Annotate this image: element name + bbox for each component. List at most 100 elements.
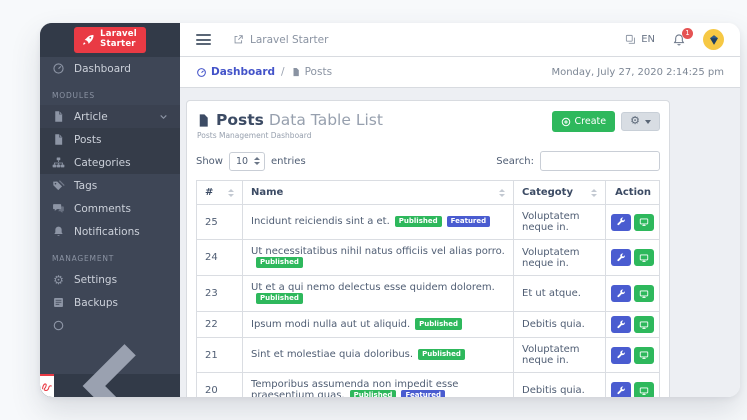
sidebar-item-label: Posts	[74, 133, 102, 146]
caret-down-icon	[645, 119, 651, 124]
menu-toggle-icon[interactable]	[196, 32, 211, 48]
sidebar-item-label: Article	[74, 110, 108, 123]
sidebar-item-dashboard[interactable]: Dashboard	[40, 57, 180, 80]
entries-select[interactable]: 10	[228, 151, 265, 171]
column-header--[interactable]: #	[196, 180, 243, 205]
published-badge: Published	[415, 318, 462, 330]
bell-icon	[52, 225, 65, 238]
chevron-left-icon	[54, 328, 170, 397]
app-link[interactable]: Laravel Starter	[233, 34, 328, 46]
monitor-icon	[639, 253, 649, 263]
table-row: 21 Sint et molestiae quia doloribus. Publi…	[196, 337, 660, 373]
sidebar-item-comments[interactable]: Comments	[40, 197, 180, 220]
search-input[interactable]	[540, 151, 660, 171]
row-category: Voluptatem neque in.	[513, 337, 606, 373]
user-avatar[interactable]	[703, 29, 724, 50]
sidebar-item-notifications[interactable]: Notifications	[40, 220, 180, 243]
laravel-logo[interactable]	[40, 374, 54, 397]
column-header-action: Action	[605, 180, 660, 205]
create-button[interactable]: Create	[551, 111, 616, 132]
file-icon	[196, 113, 211, 128]
external-link-icon	[233, 34, 244, 45]
sidebar-nav: Dashboard MODULES Article Posts Categories Ta…	[40, 57, 180, 337]
published-badge: Published	[256, 292, 303, 304]
app-window: Laravel Starter Dashboard MODULES Article P…	[40, 23, 740, 397]
card-actions: Create ⚙	[551, 111, 660, 132]
sidebar-item-label: Backups	[74, 296, 118, 309]
main-area: Laravel Starter EN 1 Dashboard / Posts M…	[180, 23, 740, 397]
breadcrumb: Dashboard / Posts	[196, 66, 332, 78]
sidebar-item-tags[interactable]: Tags	[40, 174, 180, 197]
current-datetime: Monday, July 27, 2020 2:14:25 pm	[551, 66, 724, 78]
breadcrumb-dashboard-link[interactable]: Dashboard	[196, 66, 275, 78]
row-name: Ut et a qui nemo delectus esse quidem do…	[242, 275, 514, 312]
edit-button[interactable]	[611, 249, 631, 266]
sitemap-icon	[52, 156, 65, 169]
row-id: 23	[196, 275, 243, 312]
column-header-categoty[interactable]: Categoty	[513, 180, 606, 205]
edit-button[interactable]	[611, 285, 631, 302]
sidebar-item-posts[interactable]: Posts	[40, 128, 180, 151]
edit-button[interactable]	[611, 346, 631, 364]
file-icon	[52, 110, 65, 123]
table-row: 25 Incidunt reiciendis sint a et. Publishe…	[196, 204, 660, 240]
row-category: Debitis quia.	[513, 311, 606, 338]
view-button[interactable]	[634, 316, 654, 333]
wrench-icon	[616, 217, 626, 227]
notifications-button[interactable]: 1	[672, 27, 693, 47]
sidebar-item-backups[interactable]: Backups	[40, 291, 180, 314]
view-button[interactable]	[634, 285, 654, 302]
sidebar-item-label: Settings	[74, 273, 118, 286]
row-actions	[605, 337, 660, 373]
language-selector[interactable]: EN	[625, 34, 655, 45]
file-icon	[291, 67, 301, 77]
edit-button[interactable]	[611, 382, 631, 397]
row-id: 24	[196, 239, 243, 276]
navbar-right: EN 1	[625, 27, 724, 50]
sidebar-item-article[interactable]: Article	[40, 105, 180, 128]
page-subtitle: Posts Management Dashboard	[197, 131, 312, 140]
view-button[interactable]	[634, 213, 654, 231]
sidebar-item-settings[interactable]: ⚙ Settings	[40, 268, 180, 291]
sidebar-section-label: MODULES	[52, 91, 95, 100]
sidebar-section-label: MANAGEMENT	[52, 254, 115, 263]
view-button[interactable]	[634, 249, 654, 266]
row-id: 22	[196, 311, 243, 338]
settings-dropdown-button[interactable]: ⚙	[621, 112, 660, 131]
monitor-icon	[639, 289, 649, 299]
sidebar-minimizer[interactable]	[54, 328, 170, 397]
view-button[interactable]	[634, 346, 654, 364]
file-icon	[52, 133, 65, 146]
rocket-icon	[81, 33, 95, 47]
sidebar-item-label: Categories	[74, 156, 131, 169]
row-name: Ipsum modi nulla aut ut aliquid. Publishe…	[242, 311, 514, 338]
select-arrows-icon	[253, 156, 260, 165]
gear-icon: ⚙	[53, 272, 64, 287]
wrench-icon	[616, 350, 626, 360]
breadcrumb-bar: Dashboard / Posts Monday, July 27, 2020 …	[180, 57, 740, 88]
row-name: Incidunt reiciendis sint a et. Published F…	[242, 204, 514, 240]
row-name: Sint et molestiae quia doloribus. Publish…	[242, 337, 514, 373]
row-id: 21	[196, 337, 243, 373]
view-button[interactable]	[634, 382, 654, 397]
content-area: Posts Data Table List Posts Management D…	[180, 88, 740, 397]
column-header-name[interactable]: Name	[242, 180, 514, 205]
published-badge: Published	[349, 389, 397, 397]
featured-badge: Featured	[446, 215, 491, 227]
notification-badge: 1	[682, 27, 693, 39]
wrench-icon	[616, 289, 626, 299]
chevron-down-icon	[157, 112, 170, 122]
monitor-icon	[639, 320, 649, 330]
sidebar-item-categories[interactable]: Categories	[40, 151, 180, 174]
brand-logo[interactable]: Laravel Starter	[74, 27, 146, 53]
monitor-icon	[639, 217, 649, 227]
edit-button[interactable]	[611, 316, 631, 333]
edit-button[interactable]	[611, 213, 631, 231]
sidebar-item-label: Comments	[74, 202, 131, 215]
breadcrumb-separator: /	[281, 66, 285, 78]
sidebar-item-label: Tags	[74, 179, 98, 192]
wrench-icon	[616, 253, 626, 263]
monitor-icon	[639, 386, 649, 396]
posts-card: Posts Data Table List Posts Management D…	[186, 100, 670, 397]
published-badge: Published	[256, 256, 303, 268]
